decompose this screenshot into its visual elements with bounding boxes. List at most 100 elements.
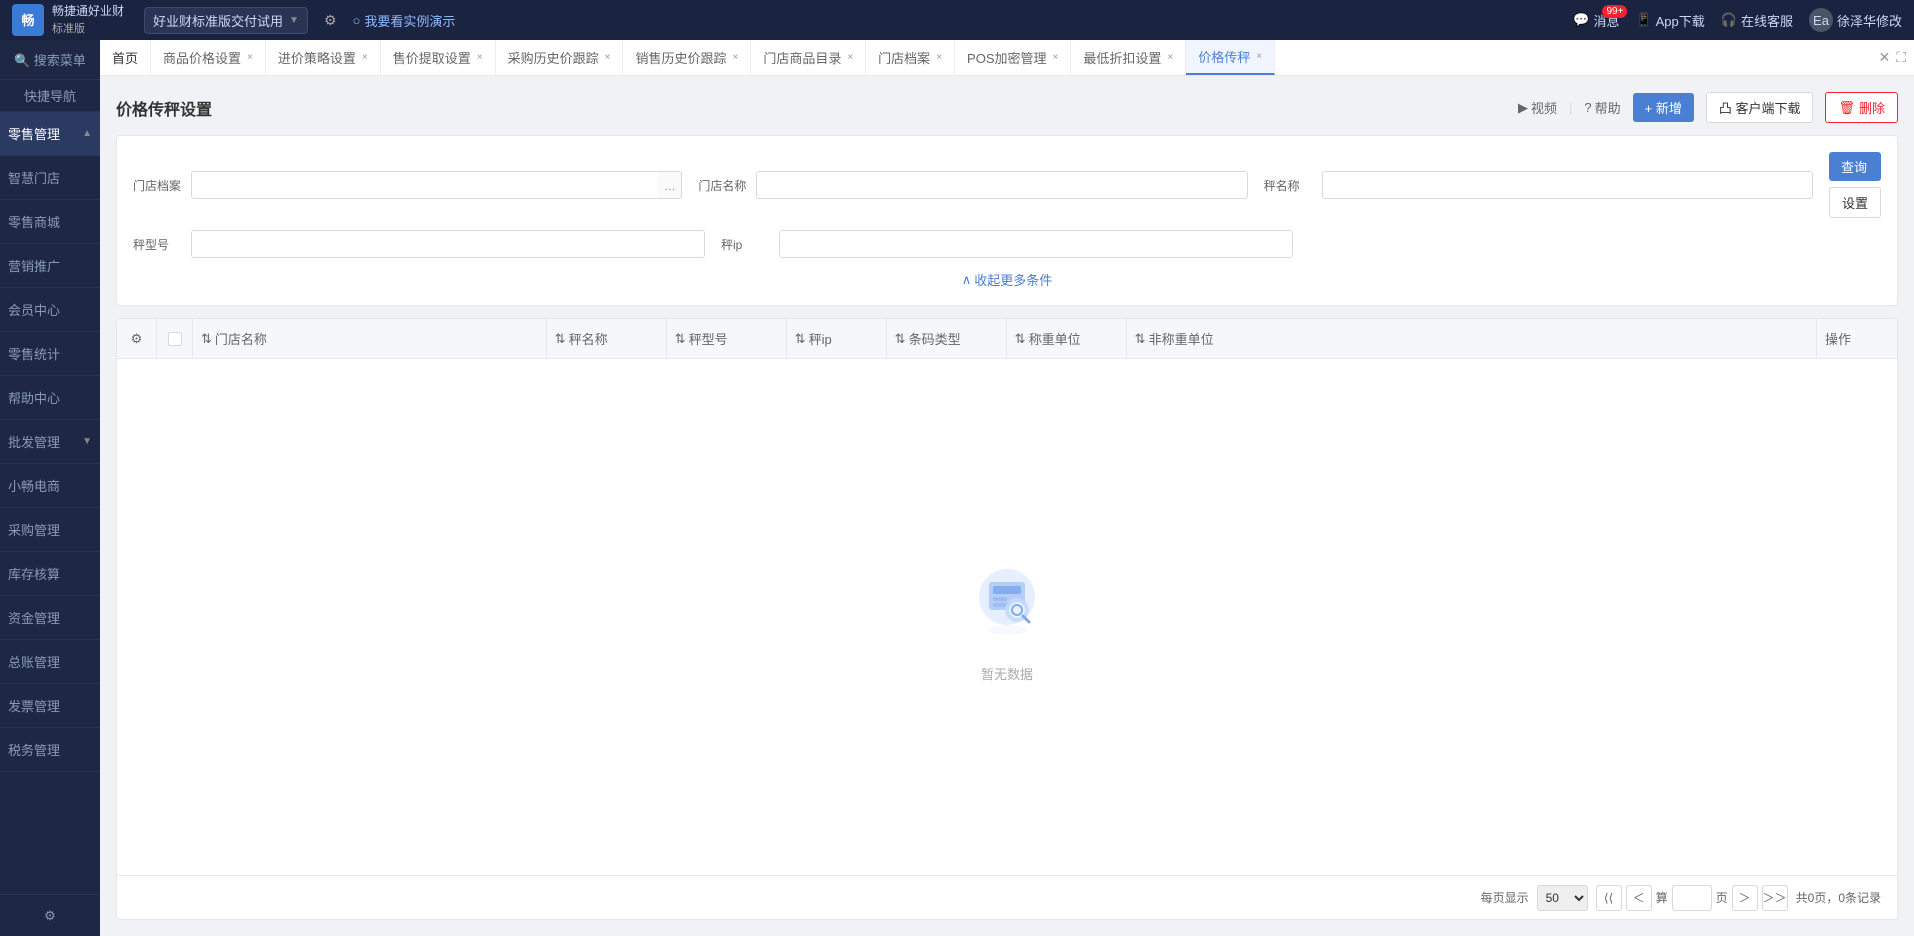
sidebar-item-purchase-mgmt[interactable]: 采购管理 xyxy=(0,508,100,552)
sort-icon[interactable]: ⇅ xyxy=(555,331,566,347)
page-input[interactable]: 1 xyxy=(1672,885,1712,911)
help-label: 帮助 xyxy=(1595,98,1621,117)
query-button[interactable]: 查询 xyxy=(1829,152,1881,181)
gear-icon[interactable]: ⚙ xyxy=(324,12,337,29)
tab-min-discount[interactable]: 最低折扣设置 × xyxy=(1071,40,1186,75)
tab-sale-history[interactable]: 销售历史价跟踪 × xyxy=(623,40,751,75)
per-page-select[interactable]: 10 20 50 100 xyxy=(1537,885,1588,911)
sidebar-item-inventory[interactable]: 库存核算 xyxy=(0,552,100,596)
tab-close-icon[interactable]: × xyxy=(1053,52,1059,63)
sidebar-item-label: 零售商城 xyxy=(8,212,60,231)
delete-button[interactable]: 🗑 删除 xyxy=(1825,92,1898,123)
tab-close-icon[interactable]: × xyxy=(732,52,738,63)
sidebar-item-invoice-mgmt[interactable]: 发票管理 xyxy=(0,684,100,728)
sort-icon[interactable]: ⇅ xyxy=(795,331,806,347)
sidebar-settings-btn[interactable]: ⚙ xyxy=(0,894,100,936)
select-all-checkbox[interactable] xyxy=(168,332,182,346)
scale-name-input[interactable] xyxy=(1322,171,1813,199)
sidebar-item-wholesale-mgmt[interactable]: 批发管理 ▼ xyxy=(0,420,100,464)
version-selector[interactable]: 好业财标准版交付试用 ▼ xyxy=(144,7,308,34)
scale-model-input[interactable] xyxy=(191,230,705,258)
per-page-label: 每页显示 xyxy=(1481,889,1529,906)
demo-link[interactable]: ○ 我要看实例演示 xyxy=(353,11,456,30)
help-link[interactable]: ? 帮助 xyxy=(1584,98,1620,117)
sort-icon[interactable]: ⇅ xyxy=(895,331,906,347)
tab-sale-price[interactable]: 售价提取设置 × xyxy=(381,40,496,75)
tab-close-icon[interactable]: × xyxy=(847,52,853,63)
page-content: 价格传秤设置 ▶ 视频 | ? 帮助 + 新增 凸 客户端下载 xyxy=(100,76,1914,936)
download-button[interactable]: 凸 客户端下载 xyxy=(1706,92,1814,123)
tab-price-scale[interactable]: 价格传秤 × xyxy=(1186,40,1275,75)
tab-pos-encryption[interactable]: POS加密管理 × xyxy=(955,40,1071,75)
tab-close-all-icon[interactable]: ✕ xyxy=(1878,49,1890,66)
sort-icon[interactable]: ⇅ xyxy=(675,331,686,347)
sort-icon[interactable]: ⇅ xyxy=(1015,331,1026,347)
th-label: 称重单位 xyxy=(1029,329,1081,348)
tab-close-icon[interactable]: × xyxy=(1167,52,1173,63)
th-label: 门店名称 xyxy=(215,329,267,348)
download-btn-label: 凸 客户端下载 xyxy=(1719,98,1801,117)
th-check[interactable] xyxy=(157,319,193,358)
form-row-2: 秤型号 秤ip xyxy=(133,230,1881,258)
sidebar-item-retail-mall[interactable]: 零售商城 xyxy=(0,200,100,244)
tab-label: 门店商品目录 xyxy=(763,48,841,67)
user-menu[interactable]: Ea 徐泽华修改 xyxy=(1809,8,1902,32)
tab-product-price[interactable]: 商品价格设置 × xyxy=(151,40,266,75)
tab-close-icon[interactable]: × xyxy=(936,52,942,63)
app-title-block: 畅捷通好业财 标准版 xyxy=(52,4,124,36)
sidebar-item-label: 批发管理 xyxy=(8,432,60,451)
tab-close-icon[interactable]: × xyxy=(477,52,483,63)
add-button[interactable]: + 新增 xyxy=(1633,93,1694,122)
store-profile-label: 门店档案 xyxy=(133,177,183,194)
sidebar-item-label: 会员中心 xyxy=(8,300,60,319)
sidebar-item-retail-mgmt[interactable]: 零售管理 ▲ xyxy=(0,112,100,156)
tab-close-icon[interactable]: × xyxy=(1256,51,1262,62)
settings-search-button[interactable]: 设置 xyxy=(1829,187,1881,218)
tab-bar: 首页 商品价格设置 × 进价策略设置 × 售价提取设置 × 采购历史价跟踪 × … xyxy=(100,40,1914,76)
tab-maximize-icon[interactable]: ⛶ xyxy=(1896,49,1906,66)
collapse-btn[interactable]: ∧ 收起更多条件 xyxy=(962,270,1053,289)
tab-purchase-history[interactable]: 采购历史价跟踪 × xyxy=(496,40,624,75)
th-scale-ip: ⇅ 秤ip xyxy=(787,319,887,358)
video-link[interactable]: ▶ 视频 xyxy=(1518,98,1557,117)
sidebar-item-xiaochang-ecom[interactable]: 小畅电商 xyxy=(0,464,100,508)
store-profile-input[interactable] xyxy=(191,171,658,199)
store-name-input[interactable] xyxy=(756,171,1247,199)
tab-store-catalog[interactable]: 门店商品目录 × xyxy=(751,40,866,75)
last-page-btn[interactable]: ＞＞ xyxy=(1762,885,1788,911)
sidebar-item-finance[interactable]: 资金管理 xyxy=(0,596,100,640)
scale-ip-input[interactable] xyxy=(779,230,1293,258)
sidebar-item-marketing[interactable]: 营销推广 xyxy=(0,244,100,288)
sidebar-item-retail-stats[interactable]: 零售统计 xyxy=(0,332,100,376)
sidebar-item-general-ledger[interactable]: 总账管理 xyxy=(0,640,100,684)
sidebar-item-member-center[interactable]: 会员中心 xyxy=(0,288,100,332)
tab-close-icon[interactable]: × xyxy=(247,52,253,63)
online-service-btn[interactable]: 🎧 在线客服 xyxy=(1721,11,1793,30)
tab-home[interactable]: 首页 xyxy=(100,40,151,75)
message-badge: 99+ xyxy=(1602,5,1627,18)
tab-store-profile[interactable]: 门店档案 × xyxy=(866,40,955,75)
app-download-btn[interactable]: 📱 App下载 xyxy=(1635,11,1704,30)
sidebar-item-label: 零售管理 xyxy=(8,124,60,143)
tab-purchase-strategy[interactable]: 进价策略设置 × xyxy=(266,40,381,75)
store-profile-field: 门店档案 ... xyxy=(133,171,682,199)
tab-close-icon[interactable]: × xyxy=(605,52,611,63)
tab-close-icon[interactable]: × xyxy=(362,52,368,63)
sidebar-search[interactable]: 🔍 搜索菜单 xyxy=(0,40,100,80)
tab-label: POS加密管理 xyxy=(967,48,1046,67)
demo-icon: ○ xyxy=(353,13,361,28)
tab-label: 售价提取设置 xyxy=(393,48,471,67)
sidebar-item-smart-store[interactable]: 智慧门店 xyxy=(0,156,100,200)
store-profile-ellipsis-btn[interactable]: ... xyxy=(658,171,682,199)
version-selector-text: 好业财标准版交付试用 xyxy=(153,11,283,30)
prev-page-btn[interactable]: ＜ xyxy=(1626,885,1652,911)
first-page-btn[interactable]: ⟨⟨ xyxy=(1596,885,1622,911)
th-gear[interactable]: ⚙ xyxy=(117,319,157,358)
sidebar-item-help-center[interactable]: 帮助中心 xyxy=(0,376,100,420)
next-page-btn[interactable]: ＞ xyxy=(1732,885,1758,911)
sidebar-item-tax-mgmt[interactable]: 税务管理 xyxy=(0,728,100,772)
sidebar-nav[interactable]: 快捷导航 xyxy=(0,80,100,112)
sort-icon[interactable]: ⇅ xyxy=(201,331,212,347)
sort-icon[interactable]: ⇅ xyxy=(1135,331,1146,347)
message-btn[interactable]: 💬 消息 99+ xyxy=(1573,11,1619,30)
